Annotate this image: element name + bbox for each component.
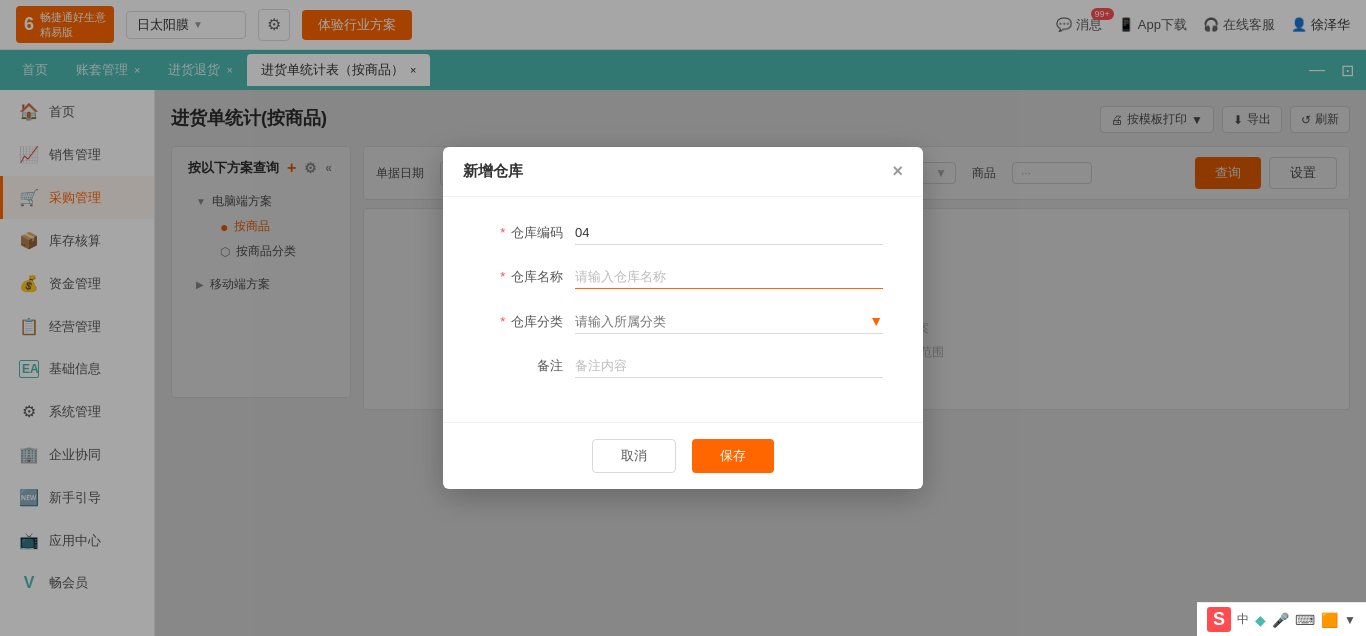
category-dropdown-icon[interactable]: ▼ bbox=[869, 313, 883, 329]
remark-input[interactable] bbox=[575, 354, 883, 378]
bottom-mic-icon[interactable]: 🎤 bbox=[1272, 612, 1289, 628]
required-mark-code: * bbox=[500, 225, 505, 240]
bottom-bar: S 中 ◆ 🎤 ⌨ 🟧 ▼ bbox=[1197, 602, 1366, 636]
warehouse-category-label: * 仓库分类 bbox=[483, 313, 563, 331]
bottom-zh-icon[interactable]: 中 bbox=[1237, 611, 1249, 628]
bottom-square-icon[interactable]: 🟧 bbox=[1321, 612, 1338, 628]
modal-header: 新增仓库 × bbox=[443, 147, 923, 197]
save-button[interactable]: 保存 bbox=[692, 439, 774, 473]
required-mark-category: * bbox=[500, 314, 505, 329]
cancel-button[interactable]: 取消 bbox=[592, 439, 676, 473]
warehouse-code-input[interactable] bbox=[575, 221, 883, 245]
remark-row: 备注 bbox=[483, 354, 883, 378]
modal-footer: 取消 保存 bbox=[443, 422, 923, 489]
remark-label: 备注 bbox=[483, 357, 563, 375]
warehouse-category-select-wrapper: ▼ bbox=[575, 309, 883, 334]
warehouse-name-label: * 仓库名称 bbox=[483, 268, 563, 286]
warehouse-category-row: * 仓库分类 ▼ bbox=[483, 309, 883, 334]
modal-close-btn[interactable]: × bbox=[892, 161, 903, 182]
bottom-dot-icon[interactable]: ◆ bbox=[1255, 612, 1266, 628]
required-mark-name: * bbox=[500, 269, 505, 284]
warehouse-name-row: * 仓库名称 bbox=[483, 265, 883, 289]
modal-title: 新增仓库 bbox=[463, 162, 523, 181]
warehouse-code-label: * 仓库编码 bbox=[483, 224, 563, 242]
bottom-keyboard-icon[interactable]: ⌨ bbox=[1295, 612, 1315, 628]
bottom-down-icon[interactable]: ▼ bbox=[1344, 613, 1356, 627]
modal-dialog: 新增仓库 × * 仓库编码 * 仓库名称 bbox=[443, 147, 923, 489]
warehouse-category-input[interactable] bbox=[575, 314, 869, 329]
warehouse-name-input[interactable] bbox=[575, 265, 883, 289]
modal-overlay: 新增仓库 × * 仓库编码 * 仓库名称 bbox=[0, 0, 1366, 636]
bottom-s-logo: S bbox=[1207, 607, 1231, 632]
modal-body: * 仓库编码 * 仓库名称 * 仓库分类 bbox=[443, 197, 923, 422]
warehouse-code-row: * 仓库编码 bbox=[483, 221, 883, 245]
